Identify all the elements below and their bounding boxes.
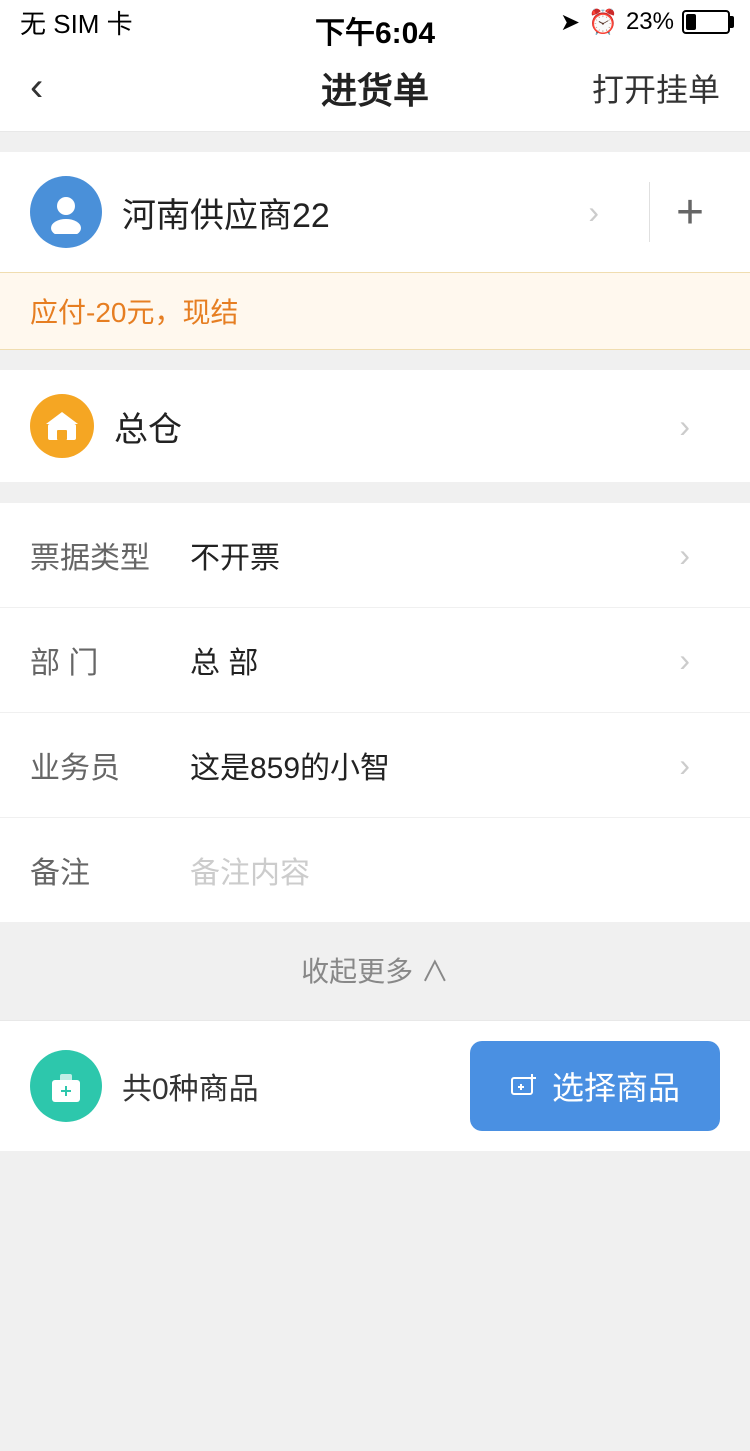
warehouse-section: 总仓 › [0, 370, 750, 482]
collapse-row[interactable]: 收起更多 ∧ [0, 922, 750, 1018]
status-alarm-icon: ⏰ [588, 8, 618, 37]
battery-icon [682, 10, 730, 34]
invoice-type-label: 票据类型 [30, 533, 190, 577]
divider-2 [0, 482, 750, 502]
select-product-label: 选择商品 [552, 1063, 680, 1109]
status-time: 下午6:04 [315, 8, 435, 52]
product-count: 共0种商品 [122, 1064, 470, 1108]
status-carrier: 无 SIM 卡 [20, 4, 133, 41]
supplier-avatar [30, 176, 102, 248]
product-icon [30, 1050, 102, 1122]
add-button[interactable]: + [660, 182, 720, 242]
bottom-bar: 共0种商品 选择商品 [0, 1020, 750, 1151]
form-section: 票据类型 不开票 › 部 门 总 部 › 业务员 这是859的小智 › 备注 备… [0, 502, 750, 922]
invoice-type-row[interactable]: 票据类型 不开票 › [0, 502, 750, 607]
department-chevron-icon: › [679, 642, 690, 679]
vertical-divider [649, 182, 650, 242]
salesperson-row[interactable]: 业务员 这是859的小智 › [0, 712, 750, 817]
warehouse-row[interactable]: 总仓 › [0, 370, 750, 482]
open-pending-button[interactable]: 打开挂单 [592, 65, 720, 111]
collapse-label: 收起更多 ∧ [301, 950, 449, 990]
warehouse-name: 总仓 [114, 402, 679, 451]
salesperson-value: 这是859的小智 [190, 743, 679, 787]
invoice-type-chevron-icon: › [679, 537, 690, 574]
department-value: 总 部 [190, 638, 679, 682]
remark-value: 备注内容 [190, 848, 720, 892]
warehouse-chevron-icon: › [679, 408, 690, 445]
remark-row[interactable]: 备注 备注内容 [0, 817, 750, 922]
supplier-name: 河南供应商22 [122, 188, 588, 237]
department-label: 部 门 [30, 638, 190, 682]
status-bar: 无 SIM 卡 下午6:04 ➤ ⏰ 23% [0, 0, 750, 44]
salesperson-chevron-icon: › [679, 747, 690, 784]
rest-area [0, 1151, 750, 1451]
back-button[interactable]: ‹ [30, 65, 90, 110]
supplier-row[interactable]: 河南供应商22 › + [0, 152, 750, 272]
notice-banner: 应付-20元，现结 [0, 272, 750, 350]
page-title: 进货单 [321, 62, 429, 114]
invoice-type-value: 不开票 [190, 533, 679, 577]
department-row[interactable]: 部 门 总 部 › [0, 607, 750, 712]
top-divider [0, 132, 750, 152]
select-product-button[interactable]: 选择商品 [470, 1041, 720, 1131]
warehouse-icon [30, 394, 94, 458]
remark-label: 备注 [30, 848, 190, 892]
divider-1 [0, 350, 750, 370]
status-location-icon: ➤ [560, 8, 580, 37]
notice-text: 应付-20元，现结 [30, 297, 238, 328]
supplier-chevron-icon: › [588, 194, 599, 231]
nav-bar: ‹ 进货单 打开挂单 [0, 44, 750, 132]
salesperson-label: 业务员 [30, 743, 190, 787]
status-right: ➤ ⏰ 23% [560, 8, 730, 37]
supplier-section: 河南供应商22 › + 应付-20元，现结 [0, 152, 750, 350]
status-battery-percent: 23% [626, 8, 674, 36]
